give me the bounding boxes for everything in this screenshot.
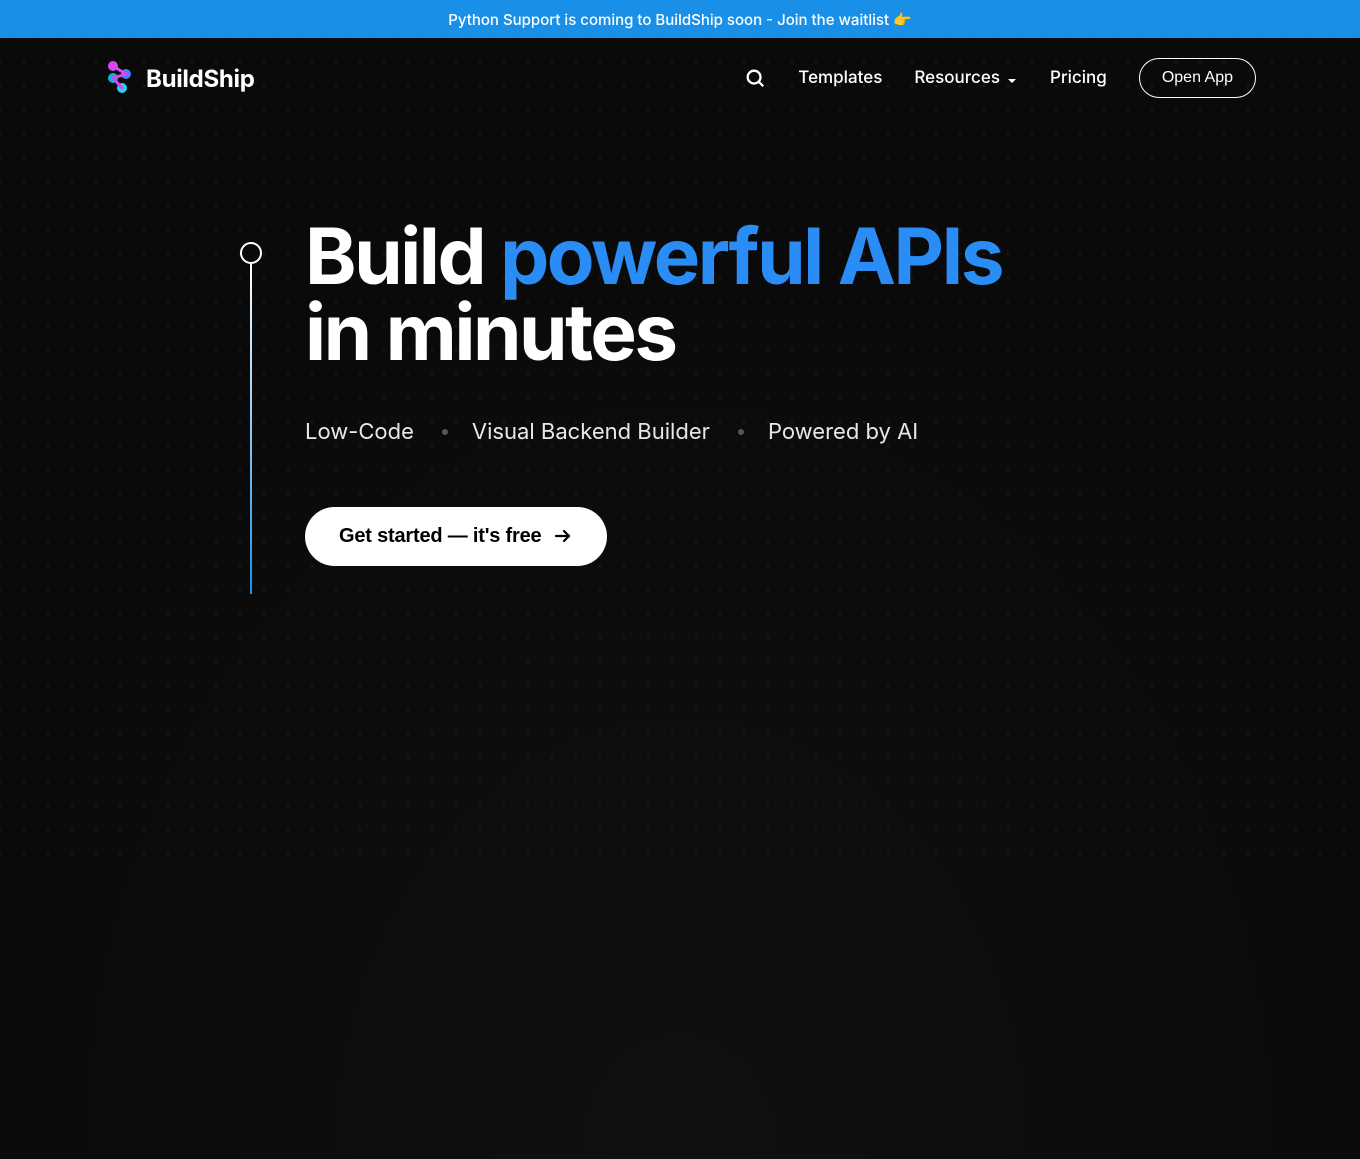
- arrow-right-icon: [553, 526, 573, 546]
- hero-feature-3: Powered by AI: [768, 419, 918, 445]
- hero-feature-2: Visual Backend Builder: [472, 419, 710, 445]
- nav-pricing[interactable]: Pricing: [1050, 68, 1107, 88]
- open-app-label: Open App: [1162, 69, 1233, 86]
- announcement-bar[interactable]: Python Support is coming to BuildShip so…: [0, 0, 1360, 38]
- nav-templates[interactable]: Templates: [798, 68, 882, 88]
- header: BuildShip Templates Resources Pricing Op…: [0, 38, 1360, 118]
- logo[interactable]: BuildShip: [104, 60, 255, 96]
- hero-section: Build powerful APIs in minutes Low-Code …: [0, 118, 1360, 566]
- chevron-down-icon: [1006, 72, 1018, 84]
- get-started-button[interactable]: Get started — it's free: [305, 507, 607, 566]
- nav-resources[interactable]: Resources: [914, 68, 1018, 88]
- cta-label: Get started — it's free: [339, 525, 541, 548]
- main-nav: Templates Resources Pricing Open App: [744, 58, 1256, 98]
- logo-text: BuildShip: [146, 64, 255, 93]
- hero-features: Low-Code Visual Backend Builder Powered …: [305, 419, 1360, 445]
- hero-content: Build powerful APIs in minutes Low-Code …: [240, 218, 1360, 566]
- hero-feature-1: Low-Code: [305, 419, 414, 445]
- nav-resources-label: Resources: [914, 68, 1000, 88]
- hero-title-line2: in minutes: [305, 284, 676, 379]
- logo-icon: [104, 60, 134, 96]
- open-app-button[interactable]: Open App: [1139, 58, 1256, 98]
- hero-title: Build powerful APIs in minutes: [305, 218, 1360, 371]
- announcement-text: Python Support is coming to BuildShip so…: [448, 10, 912, 29]
- search-icon[interactable]: [744, 67, 766, 89]
- nav-pricing-label: Pricing: [1050, 68, 1107, 88]
- nav-templates-label: Templates: [798, 68, 882, 88]
